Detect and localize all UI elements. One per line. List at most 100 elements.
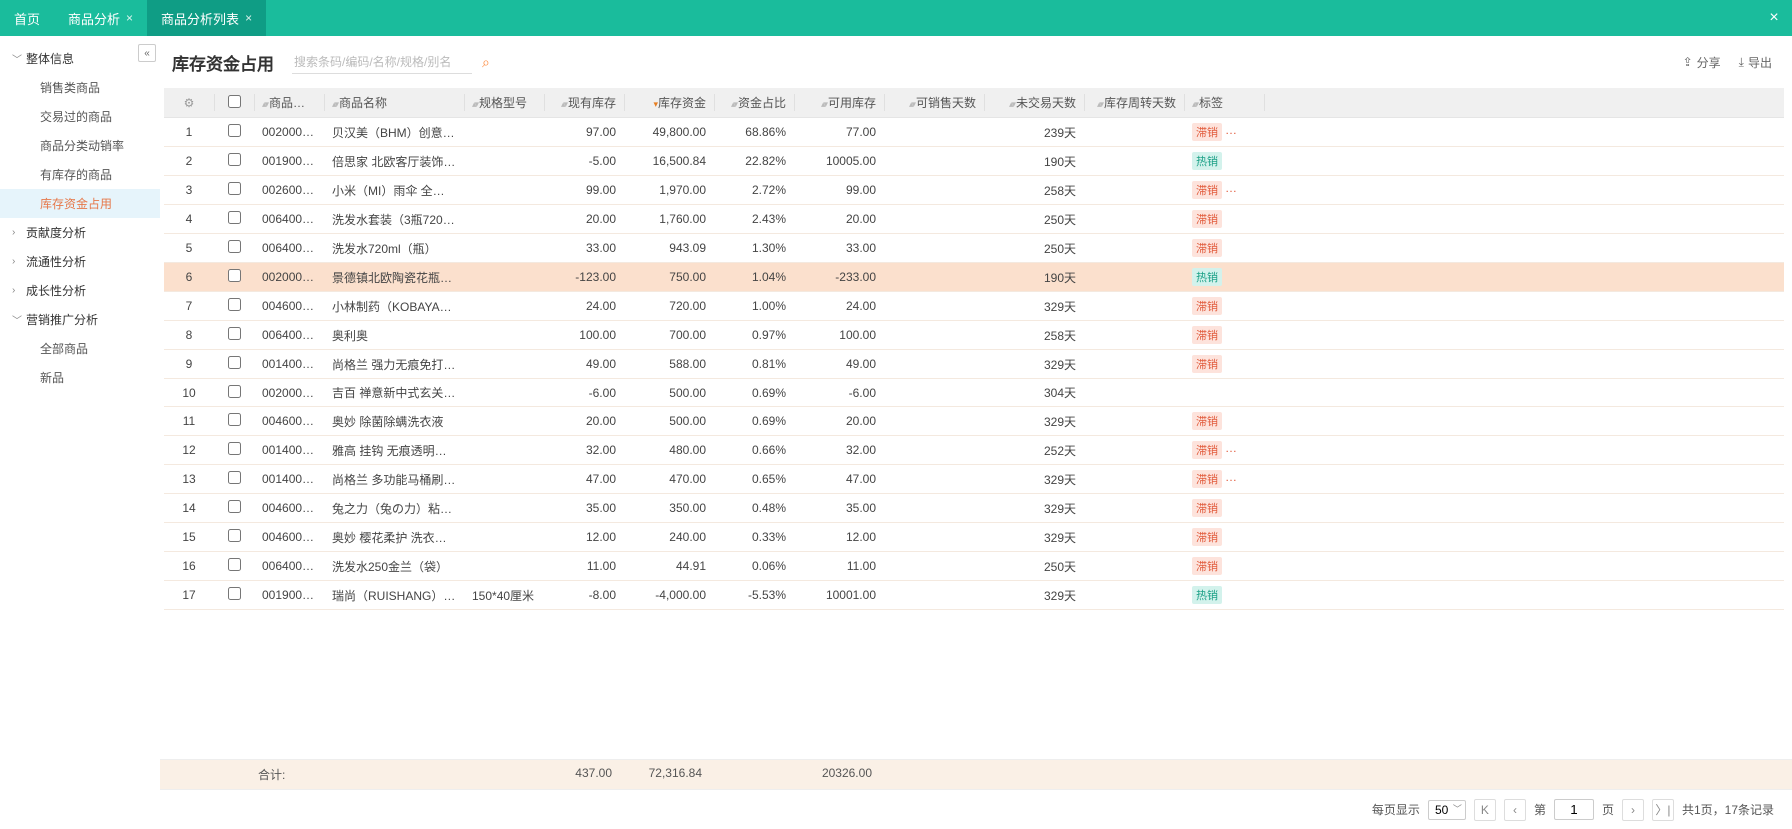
row-checkbox[interactable] [228,385,241,398]
table-row[interactable]: 16006400…洗发水250金兰（袋）11.0044.910.06%11.00… [164,552,1784,581]
page-input[interactable] [1554,799,1594,820]
close-all-icon[interactable]: × [1756,0,1792,36]
row-checkbox[interactable] [228,529,241,542]
sidebar-section-contribution[interactable]: ›贡献度分析 [0,218,160,247]
table-scroll[interactable]: ⚙ ▴▾商品… ▴▾商品名称 ▴▾规格型号 ▴▾现有库存 ▾库存资金 ▴▾资金占… [160,88,1792,759]
table-row[interactable]: 2001900…倍思家 北欧客厅装饰画卧室-5.0016,500.8422.82… [164,147,1784,176]
cell-notrade: 250天 [984,234,1084,263]
tab-analysis[interactable]: 商品分析× [54,0,147,36]
sidebar-section-overall[interactable]: ﹀整体信息 [0,44,160,73]
col-code[interactable]: ▴▾商品… [254,88,324,118]
row-checkbox[interactable] [228,124,241,137]
cell-stock: -5.00 [544,147,624,176]
cell-avail: 32.00 [794,436,884,465]
cell-notrade: 190天 [984,147,1084,176]
sidebar-section-liquidity[interactable]: ›流通性分析 [0,247,160,276]
table-row[interactable]: 14004600…兔之力（兔の力）粘毛器粘35.00350.000.48%35.… [164,494,1784,523]
sidebar-section-growth[interactable]: ›成长性分析 [0,276,160,305]
prev-page-button[interactable]: ‹ [1504,799,1526,821]
tab-home[interactable]: 首页 [0,0,54,36]
sidebar-item[interactable]: 销售类商品 [0,73,160,102]
select-all-checkbox[interactable] [228,95,241,108]
page-summary: 共1页，17条记录 [1682,801,1774,818]
row-checkbox[interactable] [228,442,241,455]
share-button[interactable]: ⇪分享 [1683,54,1721,71]
search-input[interactable] [292,51,472,74]
row-checkbox[interactable] [228,471,241,484]
cell-fund: 500.00 [624,407,714,436]
chevron-right-icon: › [12,256,24,267]
row-checkbox[interactable] [228,413,241,426]
next-page-button[interactable]: › [1622,799,1644,821]
col-pct[interactable]: ▴▾资金占比 [714,88,794,118]
cell-saledays [884,494,984,523]
row-checkbox[interactable] [228,153,241,166]
sidebar-section-marketing[interactable]: ﹀营销推广分析 [0,305,160,334]
cell-notrade: 239天 [984,118,1084,147]
row-checkbox[interactable] [228,327,241,340]
last-page-button[interactable]: 〉| [1652,799,1674,821]
close-icon[interactable]: × [245,11,252,25]
table-row[interactable]: 10002000…吉百 禅意新中式玄关摆件客-6.00500.000.69%-6… [164,379,1784,407]
table-row[interactable]: 7004600…小林制药（KOBAYASHI）日24.00720.001.00%… [164,292,1784,321]
table-row[interactable]: 6002000…景德镇北欧陶瓷花瓶摆件 侘-123.00750.001.04%-… [164,263,1784,292]
sidebar-item[interactable]: 库存资金占用 [0,189,160,218]
search-icon[interactable]: ⌕ [482,54,490,71]
col-saledays[interactable]: ▴▾可销售天数 [884,88,984,118]
cell-pct: 68.86% [714,118,794,147]
col-avail[interactable]: ▴▾可用库存 [794,88,884,118]
table-row[interactable]: 4006400…洗发水套装（3瓶720ml+1）20.001,760.002.4… [164,205,1784,234]
tab-analysis-list[interactable]: 商品分析列表× [147,0,266,36]
table-row[interactable]: 9001400…尚格兰 强力无痕免打孔浴室49.00588.000.81%49.… [164,350,1784,379]
row-checkbox[interactable] [228,558,241,571]
col-gear[interactable]: ⚙ [164,88,214,118]
table-row[interactable]: 13001400…尚格兰 多功能马桶刷套装 马47.00470.000.65%4… [164,465,1784,494]
cell-stock: 35.00 [544,494,624,523]
table-row[interactable]: 1002000…贝汉美（BHM）创意北欧风97.0049,800.0068.86… [164,118,1784,147]
table-row[interactable]: 5006400…洗发水720ml（瓶）33.00943.091.30%33.00… [164,234,1784,263]
row-index: 13 [164,465,214,494]
sidebar-item[interactable]: 商品分类动销率 [0,131,160,160]
table-row[interactable]: 11004600…奥妙 除菌除螨洗衣液20.00500.000.69%20.00… [164,407,1784,436]
cell-avail: -6.00 [794,379,884,407]
row-checkbox[interactable] [228,269,241,282]
table-row[interactable]: 17001900…瑞尚（RUISHANG）卧室现150*40厘米-8.00-4,… [164,581,1784,610]
table-row[interactable]: 15004600…奥妙 樱花柔护 洗衣凝珠 1012.00240.000.33%… [164,523,1784,552]
cell-saledays [884,379,984,407]
row-checkbox[interactable] [228,587,241,600]
cell-saledays [884,552,984,581]
sidebar-item[interactable]: 交易过的商品 [0,102,160,131]
row-checkbox[interactable] [228,211,241,224]
per-page-select[interactable]: 50 [1428,800,1466,820]
row-checkbox[interactable] [228,298,241,311]
close-icon[interactable]: × [126,11,133,25]
col-spec[interactable]: ▴▾规格型号 [464,88,544,118]
row-checkbox[interactable] [228,240,241,253]
table-row[interactable]: 3002600…小米（MI）雨伞 全自动折叠99.001,970.002.72%… [164,176,1784,205]
export-button[interactable]: ⤓导出 [1739,54,1772,71]
row-index: 11 [164,407,214,436]
row-checkbox[interactable] [228,182,241,195]
col-fund[interactable]: ▾库存资金 [624,88,714,118]
sidebar-item[interactable]: 有库存的商品 [0,160,160,189]
sidebar-section-label: 贡献度分析 [26,224,86,241]
table-row[interactable]: 8006400…奥利奥100.00700.000.97%100.00258天滞销 [164,321,1784,350]
col-tags[interactable]: ▴▾标签 [1184,88,1264,118]
col-notrade[interactable]: ▴▾未交易天数 [984,88,1084,118]
collapse-sidebar-button[interactable]: « [138,44,156,62]
table-row[interactable]: 12001400…雅高 挂钩 无痕透明粘钩 强32.00480.000.66%3… [164,436,1784,465]
row-checkbox[interactable] [228,356,241,369]
sidebar-item[interactable]: 全部商品 [0,334,160,363]
row-index: 8 [164,321,214,350]
row-checkbox[interactable] [228,500,241,513]
main-panel: 库存资金占用 ⌕ ⇪分享 ⤓导出 ⚙ ▴▾商品… [160,36,1792,829]
col-turnover[interactable]: ▴▾库存周转天数 [1084,88,1184,118]
first-page-button[interactable]: K [1474,799,1496,821]
col-stock[interactable]: ▴▾现有库存 [544,88,624,118]
cell-tags: 滞销 [1184,494,1264,523]
col-name[interactable]: ▴▾商品名称 [324,88,464,118]
sidebar-item[interactable]: 新品 [0,363,160,392]
row-index: 5 [164,234,214,263]
cell-saledays [884,176,984,205]
cell-avail: 35.00 [794,494,884,523]
